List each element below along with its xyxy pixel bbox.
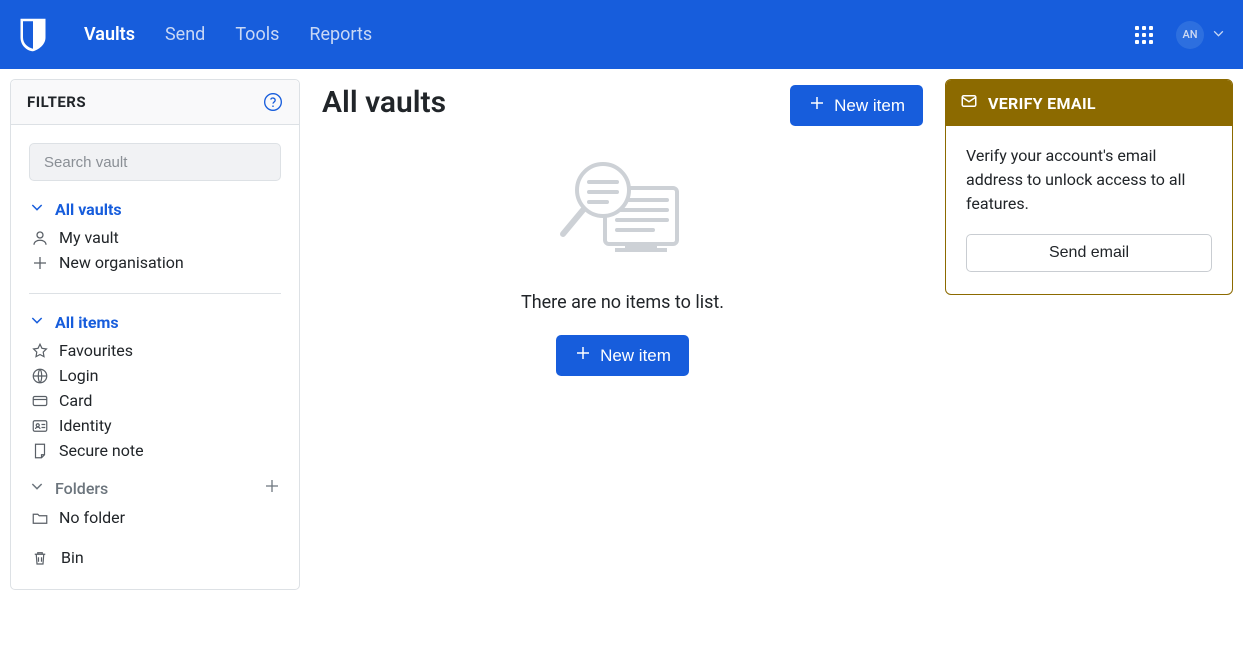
nav-tab-send[interactable]: Send (165, 24, 205, 45)
button-label: New item (600, 346, 671, 366)
filter-login[interactable]: Login (29, 363, 281, 388)
chevron-down-icon (29, 478, 45, 498)
globe-icon (31, 367, 49, 385)
chevron-down-icon (29, 312, 45, 332)
filter-card[interactable]: Card (29, 388, 281, 413)
help-icon[interactable] (263, 92, 283, 112)
filter-new-organisation[interactable]: New organisation (29, 250, 281, 275)
filter-all-items[interactable]: All items (29, 312, 281, 332)
callout-body-text: Verify your account's email address to u… (966, 144, 1212, 216)
filter-heading-label: All vaults (55, 200, 122, 219)
filter-item-label: My vault (59, 228, 119, 247)
filter-heading-label: Folders (55, 479, 108, 498)
filter-folders[interactable]: Folders (29, 477, 281, 499)
filter-item-label: Identity (59, 416, 112, 435)
filter-item-label: Bin (61, 548, 84, 567)
nav-tab-vaults[interactable]: Vaults (84, 24, 135, 45)
user-icon (31, 229, 49, 247)
nav-tabs: Vaults Send Tools Reports (84, 24, 1134, 45)
filter-bin[interactable]: Bin (29, 548, 281, 567)
star-icon (31, 342, 49, 360)
empty-new-item-button[interactable]: New item (556, 335, 689, 376)
callout-header: VERIFY EMAIL (946, 80, 1232, 126)
chevron-down-icon (29, 199, 45, 219)
plus-icon (574, 344, 592, 367)
empty-illustration-icon (543, 152, 703, 276)
topbar: Vaults Send Tools Reports AN (0, 0, 1243, 69)
send-email-button[interactable]: Send email (966, 234, 1212, 272)
nav-tab-reports[interactable]: Reports (309, 24, 372, 45)
plus-icon (31, 254, 49, 272)
apps-icon[interactable] (1134, 25, 1154, 45)
logo-icon (18, 17, 48, 53)
chevron-down-icon (1212, 26, 1225, 44)
empty-state: There are no items to list. New item (322, 152, 923, 376)
filter-item-label: New organisation (59, 253, 184, 272)
filter-no-folder[interactable]: No folder (29, 505, 281, 530)
page-title: All vaults (322, 85, 446, 120)
nav-tab-tools[interactable]: Tools (235, 24, 279, 45)
note-icon (31, 442, 49, 460)
identity-icon (31, 417, 49, 435)
new-item-button[interactable]: New item (790, 85, 923, 126)
filter-item-label: No folder (59, 508, 125, 527)
mail-icon (960, 92, 978, 114)
add-folder-button[interactable] (263, 477, 281, 499)
verify-email-callout: VERIFY EMAIL Verify your account's email… (945, 79, 1233, 295)
filter-favourites[interactable]: Favourites (29, 338, 281, 363)
search-input[interactable] (29, 143, 281, 181)
main-content: All vaults New item (322, 79, 923, 376)
filter-secure-note[interactable]: Secure note (29, 438, 281, 463)
filters-panel: FILTERS All vaults (10, 79, 300, 590)
button-label: New item (834, 96, 905, 116)
nav-right: AN (1134, 21, 1225, 49)
filter-item-label: Card (59, 391, 92, 410)
folder-icon (31, 509, 49, 527)
filter-item-label: Login (59, 366, 98, 385)
card-icon (31, 392, 49, 410)
filters-title: FILTERS (27, 93, 86, 111)
avatar: AN (1176, 21, 1204, 49)
filter-item-label: Favourites (59, 341, 133, 360)
empty-text: There are no items to list. (521, 292, 724, 313)
filter-my-vault[interactable]: My vault (29, 225, 281, 250)
main-header: All vaults New item (322, 85, 923, 126)
plus-icon (808, 94, 826, 117)
filter-heading-label: All items (55, 313, 119, 332)
account-menu[interactable]: AN (1176, 21, 1225, 49)
filter-all-vaults[interactable]: All vaults (29, 199, 281, 219)
filters-header: FILTERS (11, 80, 299, 125)
filter-identity[interactable]: Identity (29, 413, 281, 438)
filter-item-label: Secure note (59, 441, 144, 460)
callout-title: VERIFY EMAIL (988, 94, 1096, 113)
trash-icon (31, 549, 49, 567)
